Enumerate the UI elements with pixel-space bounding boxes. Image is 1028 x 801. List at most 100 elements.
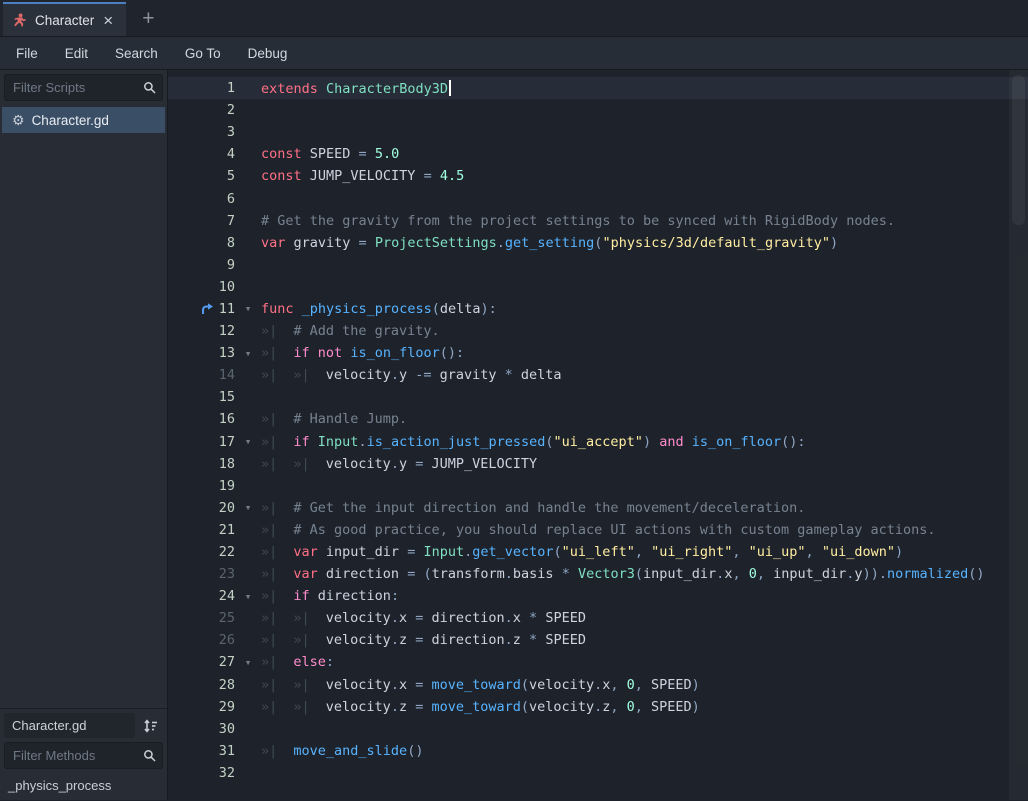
line-gutter[interactable]: 24 <box>168 588 235 604</box>
line-gutter[interactable]: 29 <box>168 699 235 715</box>
code-line[interactable]: 20▾»|# Get the input direction and handl… <box>168 497 1028 519</box>
line-gutter[interactable]: 17 <box>168 434 235 450</box>
line-gutter[interactable]: 14 <box>168 367 235 383</box>
fold-arrow-icon[interactable]: ▾ <box>235 656 261 669</box>
code-line[interactable]: 9 <box>168 254 1028 276</box>
line-number: 26 <box>219 632 235 648</box>
code-line[interactable]: 2 <box>168 99 1028 121</box>
line-gutter[interactable]: 8 <box>168 235 235 251</box>
line-gutter[interactable]: 9 <box>168 257 235 273</box>
method-override-arrow-icon[interactable] <box>201 302 214 315</box>
method-list-item[interactable]: _physics_process <box>0 773 167 798</box>
code-line[interactable]: 27▾»|else: <box>168 651 1028 673</box>
line-gutter[interactable]: 10 <box>168 279 235 295</box>
line-gutter[interactable]: 13 <box>168 345 235 361</box>
code-line[interactable]: 7# Get the gravity from the project sett… <box>168 210 1028 232</box>
line-gutter[interactable]: 6 <box>168 191 235 207</box>
line-gutter[interactable]: 4 <box>168 146 235 162</box>
code-line[interactable]: 6 <box>168 187 1028 209</box>
fold-arrow-icon[interactable]: ▾ <box>235 590 261 603</box>
line-gutter[interactable]: 28 <box>168 677 235 693</box>
fold-arrow-icon[interactable]: ▾ <box>235 435 261 448</box>
menu-file[interactable]: File <box>16 46 38 61</box>
line-gutter[interactable]: 1 <box>168 80 235 96</box>
code-line[interactable]: 23»|var direction = (transform.basis * V… <box>168 563 1028 585</box>
close-tab-icon[interactable]: × <box>102 12 114 29</box>
line-gutter[interactable]: 3 <box>168 124 235 140</box>
line-gutter[interactable]: 19 <box>168 478 235 494</box>
menu-debug[interactable]: Debug <box>248 46 288 61</box>
fold-arrow-icon[interactable]: ▾ <box>235 302 261 315</box>
code-line[interactable]: 14»|»|velocity.y -= gravity * delta <box>168 364 1028 386</box>
menu-search[interactable]: Search <box>115 46 158 61</box>
code-line[interactable]: 10 <box>168 276 1028 298</box>
code-token: . <box>391 367 399 383</box>
new-script-button[interactable]: + <box>142 8 154 29</box>
code-line[interactable]: 13▾»|if not is_on_floor(): <box>168 342 1028 364</box>
code-text: »|if Input.is_action_just_pressed("ui_ac… <box>261 434 806 450</box>
code-line[interactable]: 32 <box>168 762 1028 784</box>
sort-methods-button[interactable] <box>139 714 163 738</box>
code-token: else <box>293 654 326 670</box>
line-gutter[interactable]: 11 <box>168 301 235 317</box>
code-token: z <box>399 632 415 648</box>
code-line[interactable]: 18»|»|velocity.y = JUMP_VELOCITY <box>168 453 1028 475</box>
code-line[interactable]: 11▾func _physics_process(delta): <box>168 298 1028 320</box>
code-token: JUMP_VELOCITY <box>302 168 424 184</box>
line-gutter[interactable]: 18 <box>168 456 235 472</box>
code-line[interactable]: 5const JUMP_VELOCITY = 4.5 <box>168 165 1028 187</box>
menu-goto[interactable]: Go To <box>185 46 221 61</box>
fold-arrow-icon[interactable]: ▾ <box>235 347 261 360</box>
script-list-item-character[interactable]: ⚙ Character.gd <box>2 107 165 133</box>
code-line[interactable]: 30 <box>168 718 1028 740</box>
menu-edit[interactable]: Edit <box>65 46 88 61</box>
code-line[interactable]: 4const SPEED = 5.0 <box>168 143 1028 165</box>
line-gutter[interactable]: 27 <box>168 654 235 670</box>
line-gutter[interactable]: 15 <box>168 389 235 405</box>
code-line[interactable]: 28»|»|velocity.x = move_toward(velocity.… <box>168 674 1028 696</box>
indent-tab-marker: »| <box>261 345 293 361</box>
code-line[interactable]: 19 <box>168 475 1028 497</box>
filter-scripts-input[interactable] <box>11 79 139 96</box>
line-gutter[interactable]: 12 <box>168 323 235 339</box>
code-line[interactable]: 17▾»|if Input.is_action_just_pressed("ui… <box>168 431 1028 453</box>
line-gutter[interactable]: 22 <box>168 544 235 560</box>
code-line[interactable]: 12»|# Add the gravity. <box>168 320 1028 342</box>
indent-tab-marker: »| <box>261 367 293 383</box>
line-gutter[interactable]: 32 <box>168 765 235 781</box>
line-gutter[interactable]: 7 <box>168 213 235 229</box>
line-gutter[interactable]: 20 <box>168 500 235 516</box>
line-gutter[interactable]: 26 <box>168 632 235 648</box>
tab-character-script[interactable]: Character × <box>3 2 126 36</box>
code-line[interactable]: 15 <box>168 386 1028 408</box>
code-line[interactable]: 26»|»|velocity.z = direction.z * SPEED <box>168 629 1028 651</box>
code-line[interactable]: 29»|»|velocity.z = move_toward(velocity.… <box>168 696 1028 718</box>
line-gutter[interactable]: 23 <box>168 566 235 582</box>
code-line[interactable]: 16»|# Handle Jump. <box>168 408 1028 430</box>
line-number: 29 <box>219 699 235 715</box>
line-gutter[interactable]: 5 <box>168 168 235 184</box>
filter-methods-input[interactable] <box>11 747 139 764</box>
line-gutter[interactable]: 30 <box>168 721 235 737</box>
line-gutter[interactable]: 16 <box>168 411 235 427</box>
code-token <box>367 235 375 251</box>
scrollbar-grabber[interactable] <box>1012 75 1025 225</box>
line-gutter[interactable]: 21 <box>168 522 235 538</box>
line-gutter[interactable]: 25 <box>168 610 235 626</box>
code-line[interactable]: 8var gravity = ProjectSettings.get_setti… <box>168 232 1028 254</box>
code-editor[interactable]: 1extends CharacterBody3D234const SPEED =… <box>168 70 1028 800</box>
code-line[interactable]: 3 <box>168 121 1028 143</box>
fold-arrow-icon[interactable]: ▾ <box>235 501 261 514</box>
code-line[interactable]: 24▾»|if direction: <box>168 585 1028 607</box>
line-number: 16 <box>219 411 235 427</box>
code-line[interactable]: 1extends CharacterBody3D <box>168 77 1028 99</box>
code-line[interactable]: 31»|move_and_slide() <box>168 740 1028 762</box>
line-gutter[interactable]: 31 <box>168 743 235 759</box>
code-token: . <box>594 699 602 715</box>
code-line[interactable]: 22»|var input_dir = Input.get_vector("ui… <box>168 541 1028 563</box>
line-gutter[interactable]: 2 <box>168 102 235 118</box>
code-line[interactable]: 25»|»|velocity.x = direction.x * SPEED <box>168 607 1028 629</box>
code-line[interactable]: 21»|# As good practice, you should repla… <box>168 519 1028 541</box>
code-token: input_dir <box>643 566 716 582</box>
vertical-scrollbar[interactable] <box>1009 70 1028 800</box>
